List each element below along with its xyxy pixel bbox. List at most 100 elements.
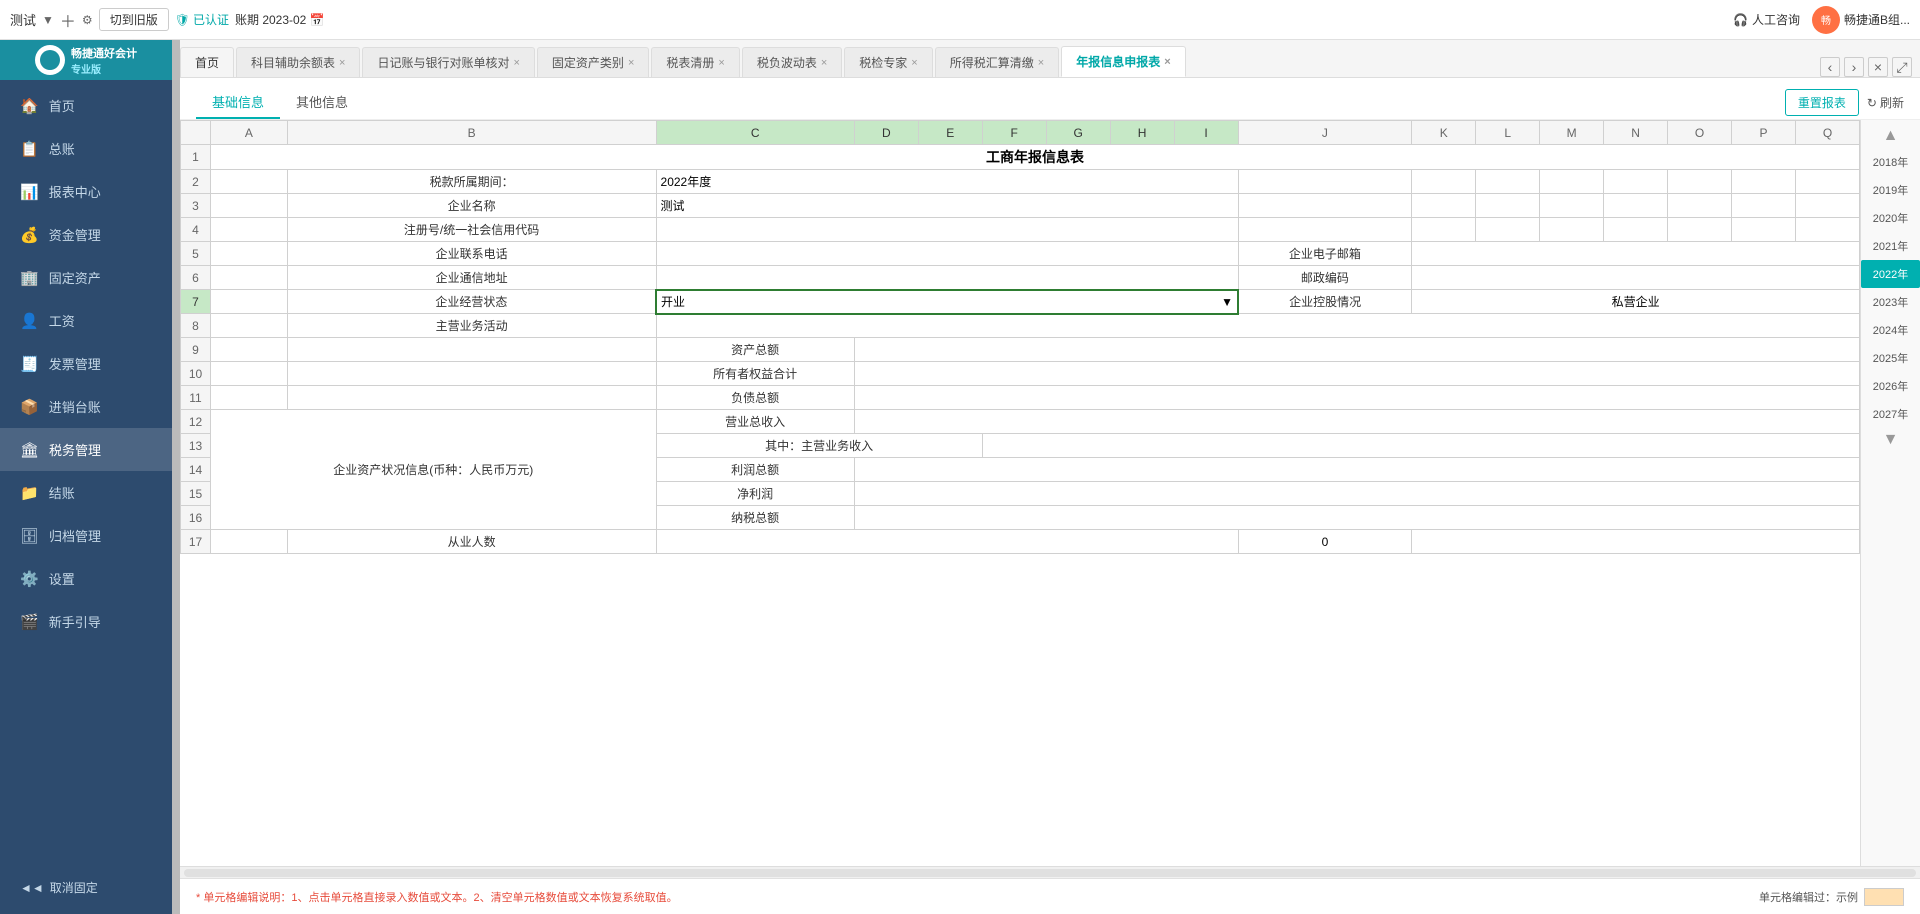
cell-4n[interactable] xyxy=(1604,218,1668,242)
cell-14c[interactable]: 利润总额 xyxy=(656,458,854,482)
col-header-p[interactable]: P xyxy=(1732,121,1796,145)
cell-2q[interactable] xyxy=(1796,170,1860,194)
sidebar-item-inout[interactable]: 📦进销台账 xyxy=(0,385,172,428)
cell-9d[interactable] xyxy=(854,338,1859,362)
cell-2a[interactable] xyxy=(211,170,288,194)
cell-3q[interactable] xyxy=(1796,194,1860,218)
cell-4a[interactable] xyxy=(211,218,288,242)
cell-8b[interactable]: 主营业务活动 xyxy=(287,314,656,338)
sidebar-divider[interactable] xyxy=(172,40,180,914)
tab-journal[interactable]: 日记账与银行对账单核对× xyxy=(362,47,534,77)
cell-3l[interactable] xyxy=(1476,194,1540,218)
cell-17c[interactable] xyxy=(656,530,1238,554)
tab-income-tax[interactable]: 所得税汇算清缴× xyxy=(935,47,1059,77)
tab-tax-inspect[interactable]: 税检专家× xyxy=(844,47,932,77)
col-header-q[interactable]: Q xyxy=(1796,121,1860,145)
cell-6c[interactable] xyxy=(656,266,1238,290)
gear-icon[interactable]: ⚙ xyxy=(82,13,93,27)
cell-17a[interactable] xyxy=(211,530,288,554)
cell-14d[interactable] xyxy=(854,458,1859,482)
tab-tax-table[interactable]: 税表清册× xyxy=(651,47,739,77)
cell-3m[interactable] xyxy=(1540,194,1604,218)
cell-7c-dropdown[interactable]: 开业 ▼ xyxy=(656,290,1238,314)
cell-4p[interactable] xyxy=(1732,218,1796,242)
cell-4l[interactable] xyxy=(1476,218,1540,242)
tab-home[interactable]: 首页 xyxy=(180,47,234,77)
sidebar-item-payroll[interactable]: 👤工资 xyxy=(0,299,172,342)
cell-5j[interactable]: 企业电子邮箱 xyxy=(1238,242,1412,266)
tab-expand-btn[interactable]: ⤢ xyxy=(1892,57,1912,77)
cell-5k[interactable] xyxy=(1412,242,1860,266)
tab-close-all-btn[interactable]: × xyxy=(1868,57,1888,77)
cell-15d[interactable] xyxy=(854,482,1859,506)
tab-tax-burden[interactable]: 税负波动表× xyxy=(742,47,842,77)
cell-3a[interactable] xyxy=(211,194,288,218)
h-scroll[interactable] xyxy=(180,866,1920,878)
sidebar-item-assets[interactable]: 🏢固定资产 xyxy=(0,256,172,299)
cell-2m[interactable] xyxy=(1540,170,1604,194)
tab-close-income-tax[interactable]: × xyxy=(1038,57,1044,69)
tab-close-tax-table[interactable]: × xyxy=(718,57,724,69)
cell-11c[interactable]: 负债总额 xyxy=(656,386,854,410)
sidebar-item-archive[interactable]: 🗄归档管理 xyxy=(0,514,172,557)
cell-11a[interactable] xyxy=(211,386,288,410)
unpin-btn[interactable]: ◄◄ 取消固定 xyxy=(10,871,162,904)
col-header-o[interactable]: O xyxy=(1668,121,1732,145)
cell-10c[interactable]: 所有者权益合计 xyxy=(656,362,854,386)
col-header-l[interactable]: L xyxy=(1476,121,1540,145)
cell-2l[interactable] xyxy=(1476,170,1540,194)
consult-btn[interactable]: 🎧 人工咨询 xyxy=(1733,11,1800,28)
sidebar-item-ledger[interactable]: 📋总账 xyxy=(0,127,172,170)
cell-4q[interactable] xyxy=(1796,218,1860,242)
cell-12c[interactable]: 营业总收入 xyxy=(656,410,854,434)
cell-16c[interactable]: 纳税总额 xyxy=(656,506,854,530)
col-header-a[interactable]: A xyxy=(211,121,288,145)
year-item-2019[interactable]: 2019年 xyxy=(1861,176,1920,204)
col-header-d[interactable]: D xyxy=(854,121,918,145)
col-header-j[interactable]: J xyxy=(1238,121,1412,145)
cell-6j[interactable]: 邮政编码 xyxy=(1238,266,1412,290)
cell-7a[interactable] xyxy=(211,290,288,314)
add-tab-icon[interactable]: ＋ xyxy=(60,8,76,32)
cell-13f[interactable] xyxy=(982,434,1859,458)
col-header-h[interactable]: H xyxy=(1110,121,1174,145)
cell-13c[interactable]: 其中：主营业务收入 xyxy=(656,434,982,458)
tab-close-tax-burden[interactable]: × xyxy=(821,57,827,69)
tab-close-subsidiary[interactable]: × xyxy=(339,57,345,69)
year-item-2020[interactable]: 2020年 xyxy=(1861,204,1920,232)
tab-close-fixed[interactable]: × xyxy=(628,57,634,69)
cell-5a[interactable] xyxy=(211,242,288,266)
cell-17k[interactable] xyxy=(1412,530,1860,554)
year-item-2026[interactable]: 2026年 xyxy=(1861,372,1920,400)
cell-2n[interactable] xyxy=(1604,170,1668,194)
col-header-b[interactable]: B xyxy=(287,121,656,145)
cell-2p[interactable] xyxy=(1732,170,1796,194)
cell-3n[interactable] xyxy=(1604,194,1668,218)
sidebar-item-close[interactable]: 📁结账 xyxy=(0,471,172,514)
cell-15c[interactable]: 净利润 xyxy=(656,482,854,506)
year-item-2027[interactable]: 2027年 xyxy=(1861,400,1920,428)
col-header-c[interactable]: C xyxy=(656,121,854,145)
tab-close-annual[interactable]: × xyxy=(1164,56,1170,68)
col-header-n[interactable]: N xyxy=(1604,121,1668,145)
cell-3p[interactable] xyxy=(1732,194,1796,218)
cell-7k[interactable]: 私营企业 xyxy=(1412,290,1860,314)
sidebar-item-home[interactable]: 🏠首页 xyxy=(0,84,172,127)
cell-7b[interactable]: 企业经营状态 xyxy=(287,290,656,314)
chevron-down-icon[interactable]: ▼ xyxy=(42,13,54,27)
cell-5b[interactable]: 企业联系电话 xyxy=(287,242,656,266)
sub-tab-other[interactable]: 其他信息 xyxy=(280,86,364,119)
cell-5c[interactable] xyxy=(656,242,1238,266)
tab-next-btn[interactable]: › xyxy=(1844,57,1864,77)
cell-2o[interactable] xyxy=(1668,170,1732,194)
cell-4c[interactable] xyxy=(656,218,1238,242)
cell-9a[interactable] xyxy=(211,338,288,362)
switch-old-btn[interactable]: 切到旧版 xyxy=(99,8,169,31)
cell-4b[interactable]: 注册号/统一社会信用代码 xyxy=(287,218,656,242)
cell-4m[interactable] xyxy=(1540,218,1604,242)
cell-2k[interactable] xyxy=(1412,170,1476,194)
h-scroll-inner[interactable] xyxy=(184,869,1916,877)
cell-11b[interactable] xyxy=(287,386,656,410)
cell-10d[interactable] xyxy=(854,362,1859,386)
year-scroll-down-btn[interactable]: ▼ xyxy=(1880,428,1902,452)
